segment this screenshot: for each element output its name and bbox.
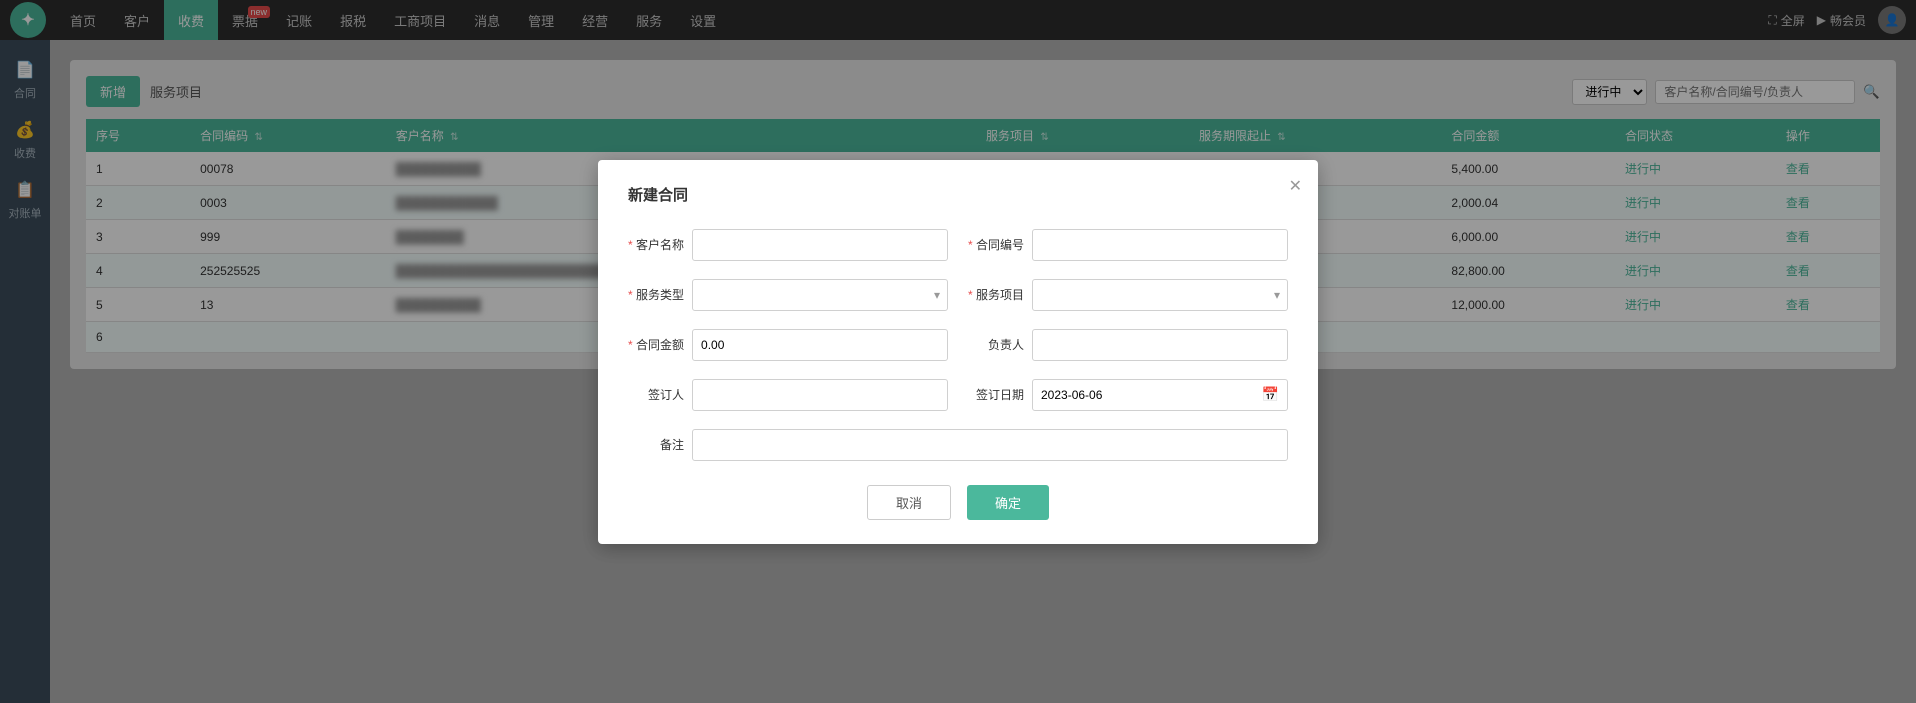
sign-date-wrapper: 📅 (1032, 379, 1288, 411)
form-field-service-item: 服务项目 (968, 279, 1288, 311)
person-in-charge-label: 负责人 (968, 336, 1024, 353)
form-row-1: 客户名称 合同编号 (628, 229, 1288, 261)
form-row-5: 备注 (628, 429, 1288, 461)
form-field-sign-date: 签订日期 📅 (968, 379, 1288, 411)
new-contract-modal: ✕ 新建合同 客户名称 合同编号 服务类型 (598, 160, 1318, 544)
modal-overlay: ✕ 新建合同 客户名称 合同编号 服务类型 (0, 0, 1916, 703)
modal-title: 新建合同 (628, 184, 1288, 205)
customer-name-label: 客户名称 (628, 236, 684, 253)
confirm-button[interactable]: 确定 (967, 485, 1049, 520)
signer-label: 签订人 (628, 386, 684, 403)
form-field-person-in-charge: 负责人 (968, 329, 1288, 361)
service-item-select-wrapper (1032, 279, 1288, 311)
form-field-customer-name: 客户名称 (628, 229, 948, 261)
calendar-icon[interactable]: 📅 (1262, 386, 1279, 403)
form-row-4: 签订人 签订日期 📅 (628, 379, 1288, 411)
form-field-amount: 合同金额 (628, 329, 948, 361)
service-item-select[interactable] (1032, 279, 1288, 311)
form-row-3: 合同金额 负责人 (628, 329, 1288, 361)
signer-input[interactable] (692, 379, 948, 411)
remark-label: 备注 (628, 436, 684, 453)
customer-name-input[interactable] (692, 229, 948, 261)
sign-date-input[interactable] (1041, 388, 1258, 402)
contract-no-label: 合同编号 (968, 236, 1024, 253)
contract-no-input[interactable] (1032, 229, 1288, 261)
amount-label: 合同金额 (628, 336, 684, 353)
service-type-select[interactable] (692, 279, 948, 311)
form-field-remark: 备注 (628, 429, 1288, 461)
service-type-label: 服务类型 (628, 286, 684, 303)
modal-close-button[interactable]: ✕ (1289, 176, 1302, 196)
person-in-charge-input[interactable] (1032, 329, 1288, 361)
form-row-2: 服务类型 服务项目 (628, 279, 1288, 311)
sign-date-label: 签订日期 (968, 386, 1024, 403)
amount-input[interactable] (692, 329, 948, 361)
service-item-label: 服务项目 (968, 286, 1024, 303)
cancel-button[interactable]: 取消 (867, 485, 951, 520)
form-field-service-type: 服务类型 (628, 279, 948, 311)
service-type-select-wrapper (692, 279, 948, 311)
form-actions: 取消 确定 (628, 485, 1288, 520)
form-field-signer: 签订人 (628, 379, 948, 411)
remark-input[interactable] (692, 429, 1288, 461)
form-field-contract-no: 合同编号 (968, 229, 1288, 261)
